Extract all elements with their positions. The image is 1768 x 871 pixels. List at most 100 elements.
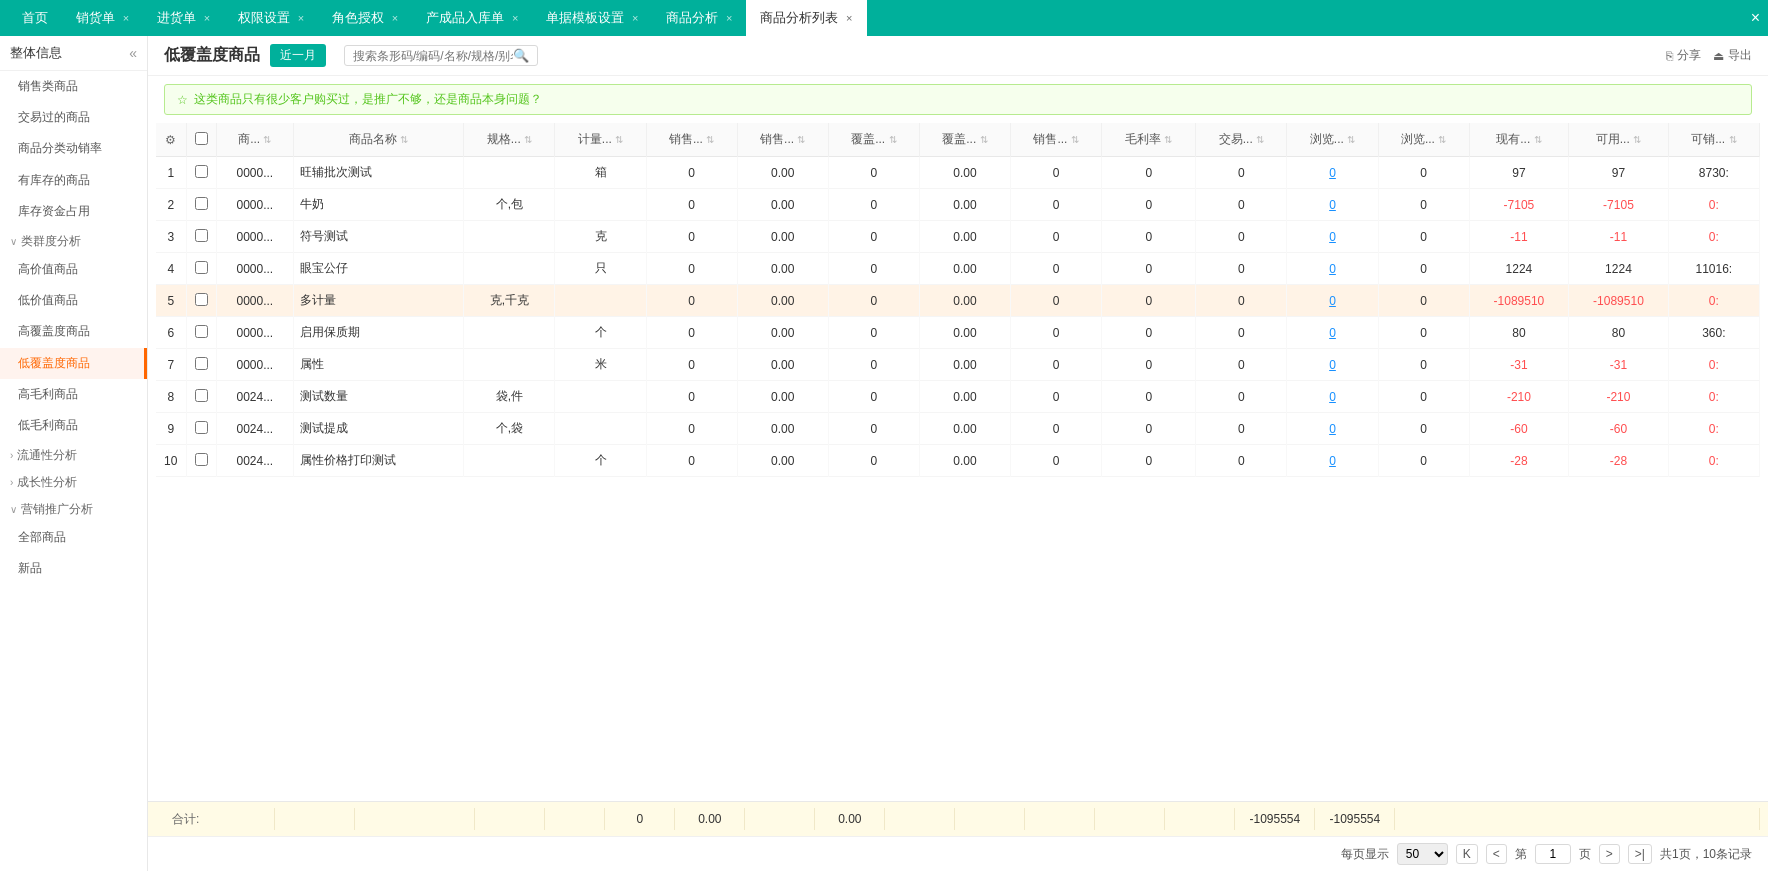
close-icon[interactable]: × xyxy=(512,12,518,24)
search-icon[interactable]: 🔍 xyxy=(513,48,529,63)
cell-browse1[interactable]: 0 xyxy=(1287,189,1378,221)
th-sales-amt[interactable]: 销售... ⇅ xyxy=(737,123,828,157)
cell-name: 眼宝公仔 xyxy=(294,253,464,285)
cell-browse1[interactable]: 0 xyxy=(1287,285,1378,317)
th-available-stock[interactable]: 可用... ⇅ xyxy=(1569,123,1669,157)
cell-checkbox[interactable] xyxy=(186,189,216,221)
cell-browse1[interactable]: 0 xyxy=(1287,221,1378,253)
sidebar-item-low-value[interactable]: 低价值商品 xyxy=(0,285,147,316)
select-all-checkbox[interactable] xyxy=(195,132,208,145)
th-saleable[interactable]: 可销... ⇅ xyxy=(1668,123,1759,157)
cell-name: 启用保质期 xyxy=(294,317,464,349)
export-button[interactable]: ⏏ 导出 xyxy=(1713,47,1752,64)
cell-browse1[interactable]: 0 xyxy=(1287,157,1378,189)
cell-trade: 0 xyxy=(1196,445,1287,477)
cell-code: 0000... xyxy=(216,189,294,221)
close-icon[interactable]: × xyxy=(726,12,732,24)
nav-product-analysis[interactable]: 商品分析 × xyxy=(652,0,746,36)
sidebar-item-new-products[interactable]: 新品 xyxy=(0,553,147,584)
cell-browse1[interactable]: 0 xyxy=(1287,317,1378,349)
close-all-tabs-button[interactable]: × xyxy=(1751,9,1760,27)
sidebar-item-traded-products[interactable]: 交易过的商品 xyxy=(0,102,147,133)
nav-roles[interactable]: 角色授权 × xyxy=(318,0,412,36)
nav-finished-goods[interactable]: 产成品入库单 × xyxy=(412,0,532,36)
nav-home[interactable]: 首页 xyxy=(8,0,62,36)
th-coverage1[interactable]: 覆盖... ⇅ xyxy=(828,123,919,157)
sidebar-item-category-rate[interactable]: 商品分类动销率 xyxy=(0,133,147,164)
first-page-button[interactable]: K xyxy=(1456,844,1478,864)
cell-checkbox[interactable] xyxy=(186,445,216,477)
sidebar-item-high-value[interactable]: 高价值商品 xyxy=(0,254,147,285)
sidebar-item-high-coverage[interactable]: 高覆盖度商品 xyxy=(0,316,147,347)
th-code[interactable]: 商... ⇅ xyxy=(216,123,294,157)
cell-browse1[interactable]: 0 xyxy=(1287,349,1378,381)
sidebar-section-growth[interactable]: › 成长性分析 xyxy=(0,468,147,495)
nav-template[interactable]: 单据模板设置 × xyxy=(532,0,652,36)
cell-checkbox[interactable] xyxy=(186,253,216,285)
close-icon[interactable]: × xyxy=(632,12,638,24)
th-sales-qty[interactable]: 销售... ⇅ xyxy=(646,123,737,157)
th-sales-count[interactable]: 销售... ⇅ xyxy=(1011,123,1102,157)
nav-product-analysis-list[interactable]: 商品分析列表 × xyxy=(746,0,866,36)
cell-browse2: 0 xyxy=(1378,189,1469,221)
cell-available-stock: -60 xyxy=(1569,413,1669,445)
time-filter-button[interactable]: 近一月 xyxy=(270,44,326,67)
sidebar-item-all-products[interactable]: 全部商品 xyxy=(0,522,147,553)
th-checkbox[interactable] xyxy=(186,123,216,157)
nav-sales[interactable]: 销货单 × xyxy=(62,0,143,36)
cell-checkbox[interactable] xyxy=(186,285,216,317)
prev-page-button[interactable]: < xyxy=(1486,844,1507,864)
cell-spec xyxy=(464,445,555,477)
cell-browse1[interactable]: 0 xyxy=(1287,413,1378,445)
cell-checkbox[interactable] xyxy=(186,349,216,381)
th-browse1[interactable]: 浏览... ⇅ xyxy=(1287,123,1378,157)
sidebar-item-high-margin[interactable]: 高毛利商品 xyxy=(0,379,147,410)
sidebar-section-group-analysis[interactable]: ∨ 类群度分析 xyxy=(0,227,147,254)
cell-browse1[interactable]: 0 xyxy=(1287,445,1378,477)
th-name[interactable]: 商品名称 ⇅ xyxy=(294,123,464,157)
cell-browse1[interactable]: 0 xyxy=(1287,253,1378,285)
page-number-input[interactable] xyxy=(1535,844,1571,864)
expand-icon: › xyxy=(10,450,13,461)
cell-checkbox[interactable] xyxy=(186,317,216,349)
close-icon[interactable]: × xyxy=(298,12,304,24)
cell-available-stock: 1224 xyxy=(1569,253,1669,285)
close-icon[interactable]: × xyxy=(392,12,398,24)
collapse-sidebar-button[interactable]: « xyxy=(129,45,137,61)
nav-permissions[interactable]: 权限设置 × xyxy=(224,0,318,36)
th-settings[interactable]: ⚙ xyxy=(156,123,186,157)
th-browse2[interactable]: 浏览... ⇅ xyxy=(1378,123,1469,157)
sidebar-item-low-coverage[interactable]: 低覆盖度商品 xyxy=(0,348,147,379)
next-page-button[interactable]: > xyxy=(1599,844,1620,864)
th-coverage2[interactable]: 覆盖... ⇅ xyxy=(919,123,1010,157)
nav-purchase[interactable]: 进货单 × xyxy=(143,0,224,36)
cell-checkbox[interactable] xyxy=(186,221,216,253)
close-icon[interactable]: × xyxy=(123,12,129,24)
th-trade[interactable]: 交易... ⇅ xyxy=(1196,123,1287,157)
sidebar-section-liquidity[interactable]: › 流通性分析 xyxy=(0,441,147,468)
cell-checkbox[interactable] xyxy=(186,157,216,189)
th-margin[interactable]: 毛利率 ⇅ xyxy=(1102,123,1196,157)
th-unit[interactable]: 计量... ⇅ xyxy=(555,123,646,157)
cell-browse2: 0 xyxy=(1378,349,1469,381)
sidebar-item-sales-products[interactable]: 销售类商品 xyxy=(0,71,147,102)
th-current-stock[interactable]: 现有... ⇅ xyxy=(1469,123,1569,157)
sidebar-item-stocked[interactable]: 有库存的商品 xyxy=(0,165,147,196)
share-button[interactable]: ⎘ 分享 xyxy=(1666,47,1701,64)
last-page-button[interactable]: >| xyxy=(1628,844,1652,864)
cell-name: 属性 xyxy=(294,349,464,381)
cell-current-stock: 1224 xyxy=(1469,253,1569,285)
cell-checkbox[interactable] xyxy=(186,381,216,413)
cell-sales-amt: 0.00 xyxy=(737,317,828,349)
sidebar-item-capital[interactable]: 库存资金占用 xyxy=(0,196,147,227)
cell-margin: 0 xyxy=(1102,349,1196,381)
close-icon[interactable]: × xyxy=(846,12,852,24)
cell-browse1[interactable]: 0 xyxy=(1287,381,1378,413)
th-spec[interactable]: 规格... ⇅ xyxy=(464,123,555,157)
close-icon[interactable]: × xyxy=(204,12,210,24)
sidebar-section-marketing[interactable]: ∨ 营销推广分析 xyxy=(0,495,147,522)
cell-checkbox[interactable] xyxy=(186,413,216,445)
page-size-select[interactable]: 20 50 100 200 xyxy=(1397,843,1448,865)
sidebar-item-low-margin[interactable]: 低毛利商品 xyxy=(0,410,147,441)
search-input[interactable] xyxy=(353,49,513,63)
